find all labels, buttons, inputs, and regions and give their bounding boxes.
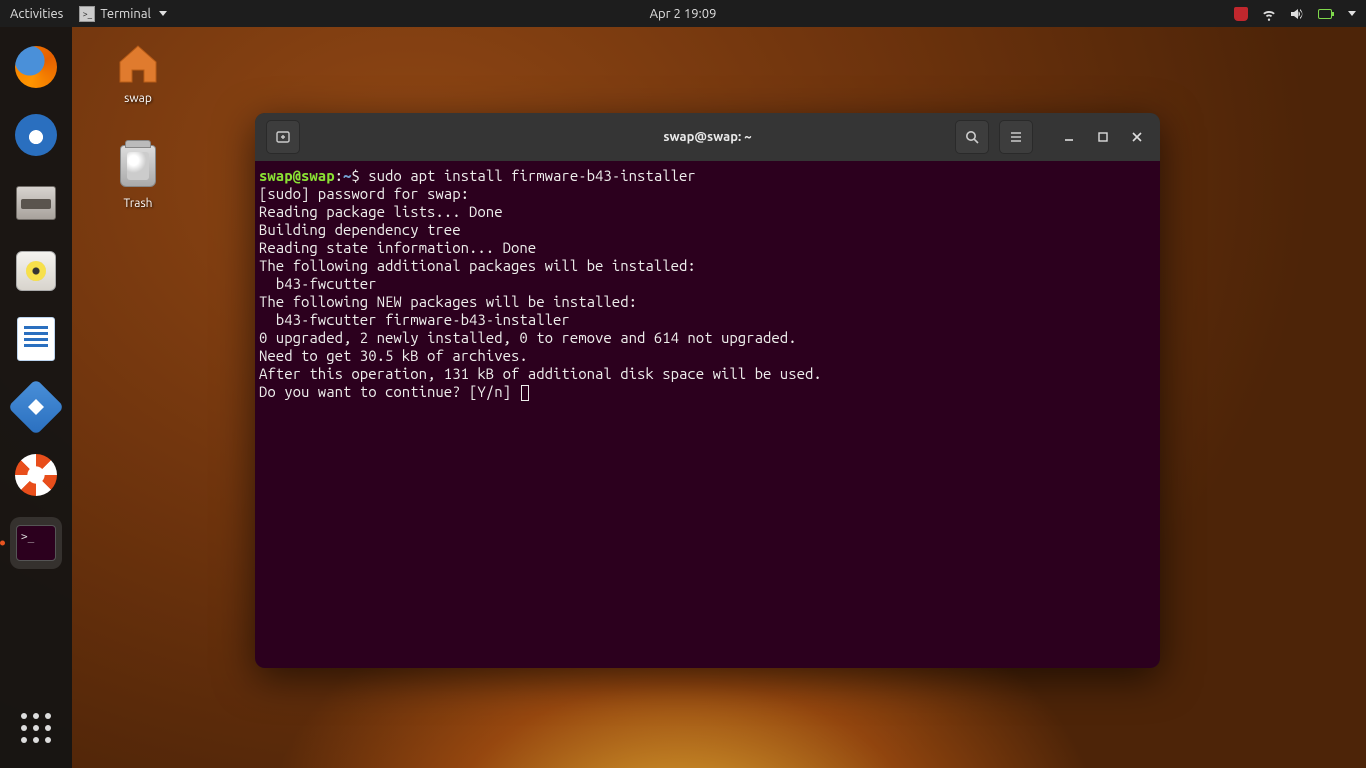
dock-help[interactable] xyxy=(10,449,62,501)
minimize-icon xyxy=(1063,131,1075,143)
thunderbird-icon xyxy=(15,114,57,156)
terminal-command: sudo apt install firmware-b43-installer xyxy=(368,167,696,184)
search-icon xyxy=(964,129,980,145)
trash-icon xyxy=(114,145,162,193)
window-titlebar[interactable]: swap@swap: ~ xyxy=(255,113,1160,161)
terminal-output-line: After this operation, 131 kB of addition… xyxy=(259,365,1156,383)
terminal-content[interactable]: swap@swap:~$ sudo apt install firmware-b… xyxy=(255,161,1160,668)
terminal-output-line: 0 upgraded, 2 newly installed, 0 to remo… xyxy=(259,329,1156,347)
volume-icon[interactable] xyxy=(1289,6,1305,22)
prompt-sep2: $ xyxy=(351,167,368,184)
close-icon xyxy=(1131,131,1143,143)
app-menu[interactable]: >_ Terminal xyxy=(79,6,167,22)
writer-icon xyxy=(17,317,55,361)
terminal-output-line: [sudo] password for swap: xyxy=(259,185,1156,203)
terminal-output-line: Reading package lists... Done xyxy=(259,203,1156,221)
dock-firefox[interactable] xyxy=(10,41,62,93)
maximize-button[interactable] xyxy=(1088,122,1118,152)
terminal-output-line: Building dependency tree xyxy=(259,221,1156,239)
new-tab-button[interactable] xyxy=(266,120,300,154)
hamburger-icon xyxy=(1008,129,1024,145)
terminal-window: swap@swap: ~ swap@swap:~$ sudo apt insta… xyxy=(255,113,1160,668)
chevron-down-icon xyxy=(159,11,167,16)
terminal-prompt-line: swap@swap:~$ sudo apt install firmware-b… xyxy=(259,167,1156,185)
dock-terminal[interactable] xyxy=(10,517,62,569)
activities-button[interactable]: Activities xyxy=(10,7,63,21)
app-menu-label: Terminal xyxy=(100,7,151,21)
dock-libreoffice-writer[interactable] xyxy=(10,313,62,365)
close-button[interactable] xyxy=(1122,122,1152,152)
dock-thunderbird[interactable] xyxy=(10,109,62,161)
terminal-output-line: The following additional packages will b… xyxy=(259,257,1156,275)
files-icon xyxy=(16,186,56,220)
terminal-continue-prompt: Do you want to continue? [Y/n] xyxy=(259,383,519,400)
terminal-cursor xyxy=(521,385,529,401)
home-folder-icon xyxy=(114,40,162,88)
firefox-icon xyxy=(15,46,57,88)
system-menu-chevron-icon[interactable] xyxy=(1348,11,1356,16)
prompt-user: swap@swap xyxy=(259,167,335,184)
dock xyxy=(0,27,72,768)
desktop-icon-trash-label: Trash xyxy=(98,197,178,210)
minimize-button[interactable] xyxy=(1054,122,1084,152)
wifi-icon[interactable] xyxy=(1261,6,1277,22)
terminal-output-line: Need to get 30.5 kB of archives. xyxy=(259,347,1156,365)
terminal-output-line: b43-fwcutter xyxy=(259,275,1156,293)
terminal-output-line: b43-fwcutter firmware-b43-installer xyxy=(259,311,1156,329)
top-bar: Activities >_ Terminal Apr 2 19:09 xyxy=(0,0,1366,27)
desktop-icon-home[interactable]: swap xyxy=(98,40,178,105)
clock[interactable]: Apr 2 19:09 xyxy=(650,7,717,21)
terminal-output-line: The following NEW packages will be insta… xyxy=(259,293,1156,311)
hamburger-menu-button[interactable] xyxy=(999,120,1033,154)
rhythmbox-icon xyxy=(16,251,56,291)
battery-icon[interactable] xyxy=(1317,6,1333,22)
desktop-icon-home-label: swap xyxy=(98,92,178,105)
prompt-sep1: : xyxy=(335,167,343,184)
new-tab-icon xyxy=(275,129,291,145)
desktop-icon-trash[interactable]: Trash xyxy=(98,145,178,210)
security-shield-icon[interactable] xyxy=(1233,6,1249,22)
software-icon xyxy=(8,379,65,436)
terminal-output-line: Reading state information... Done xyxy=(259,239,1156,257)
terminal-icon xyxy=(16,525,56,561)
maximize-icon xyxy=(1097,131,1109,143)
show-applications-button[interactable] xyxy=(16,708,56,748)
dock-rhythmbox[interactable] xyxy=(10,245,62,297)
terminal-icon: >_ xyxy=(79,6,95,22)
help-icon xyxy=(15,454,57,496)
dock-software[interactable] xyxy=(10,381,62,433)
search-button[interactable] xyxy=(955,120,989,154)
dock-files[interactable] xyxy=(10,177,62,229)
window-title: swap@swap: ~ xyxy=(663,130,751,144)
terminal-output-line: Do you want to continue? [Y/n] xyxy=(259,383,1156,401)
